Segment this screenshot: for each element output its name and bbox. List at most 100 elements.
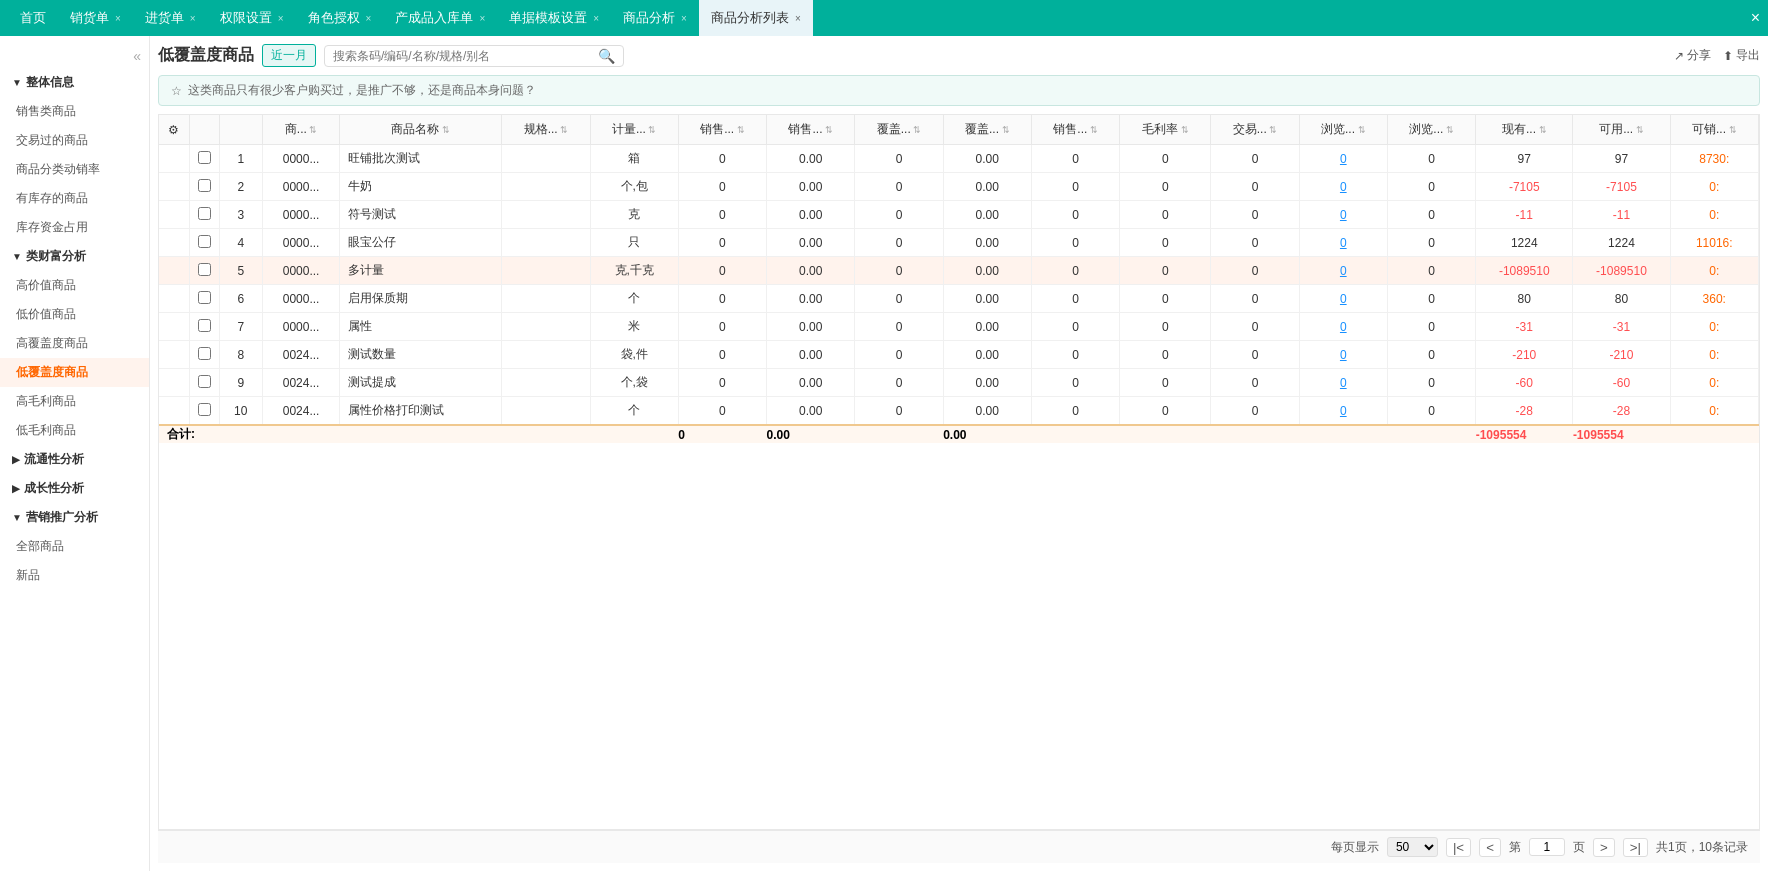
table-row: 4 0000... 眼宝公仔 只 0 0.00 0 0.00 0 0 0 0 0… <box>159 229 1759 257</box>
nav-template-settings[interactable]: 单据模板设置 × <box>497 0 611 36</box>
available-column-header[interactable]: 可用... <box>1573 115 1670 145</box>
trade-cnt-cell: 0 <box>1211 229 1299 257</box>
current-column-header[interactable]: 现有... <box>1476 115 1573 145</box>
export-button[interactable]: ⬆ 导出 <box>1723 47 1760 64</box>
sales-qty-column-header[interactable]: 销售... <box>678 115 766 145</box>
no-cell: 2 <box>219 173 263 201</box>
checkbox-cell[interactable] <box>189 173 219 201</box>
per-page-select[interactable]: 50 20 100 200 <box>1387 837 1438 857</box>
browse1-cell[interactable]: 0 <box>1299 397 1387 426</box>
sidebar-item-low-gross[interactable]: 低毛利商品 <box>0 416 149 445</box>
sidebar-group-liquidity[interactable]: ▶ 流通性分析 <box>0 445 149 474</box>
gross-rate-column-header[interactable]: 毛利率 <box>1120 115 1211 145</box>
sidebar-group-growth[interactable]: ▶ 成长性分析 <box>0 474 149 503</box>
sales-amt-column-header[interactable]: 销售... <box>767 115 855 145</box>
trade-cnt-cell: 0 <box>1211 285 1299 313</box>
saleable-column-header[interactable]: 可销... <box>1670 115 1758 145</box>
nav-product-inbound[interactable]: 产成品入库单 × <box>383 0 497 36</box>
browse1-cell[interactable]: 0 <box>1299 173 1387 201</box>
checkbox-cell[interactable] <box>189 201 219 229</box>
name-cell: 测试数量 <box>340 341 502 369</box>
sidebar-group-marketing[interactable]: ▼ 营销推广分析 <box>0 503 149 532</box>
nav-product-analysis[interactable]: 商品分析 × <box>611 0 699 36</box>
browse1-cell[interactable]: 0 <box>1299 229 1387 257</box>
last-page-button[interactable]: >| <box>1623 838 1648 857</box>
spec-column-header[interactable]: 规格... <box>502 115 590 145</box>
nav-close-icon[interactable]: × <box>366 13 372 24</box>
browse1-cell[interactable]: 0 <box>1299 201 1387 229</box>
sidebar-item-category-turnover[interactable]: 商品分类动销率 <box>0 155 149 184</box>
nav-close-icon[interactable]: × <box>795 13 801 24</box>
name-cell: 符号测试 <box>340 201 502 229</box>
sidebar-item-high-value[interactable]: 高价值商品 <box>0 271 149 300</box>
sales-x-cell: 0 <box>1031 229 1119 257</box>
sidebar-item-high-coverage[interactable]: 高覆盖度商品 <box>0 329 149 358</box>
search-input[interactable] <box>333 49 598 63</box>
trade-cnt-column-header[interactable]: 交易... <box>1211 115 1299 145</box>
cover-rate-column-header[interactable]: 覆盖... <box>943 115 1031 145</box>
checkbox-cell[interactable] <box>189 257 219 285</box>
data-table-container: ⚙ 商... 商品名称 规格... 计量... 销售... 销售... 覆盖..… <box>158 114 1760 830</box>
checkbox-cell[interactable] <box>189 285 219 313</box>
sidebar-item-stock-capital[interactable]: 库存资金占用 <box>0 213 149 242</box>
sidebar-item-low-coverage[interactable]: 低覆盖度商品 <box>0 358 149 387</box>
first-page-button[interactable]: |< <box>1446 838 1471 857</box>
nav-close-icon[interactable]: × <box>479 13 485 24</box>
cover-cnt-column-header[interactable]: 覆盖... <box>855 115 943 145</box>
nav-close-icon[interactable]: × <box>278 13 284 24</box>
browse2-column-header[interactable]: 浏览... <box>1387 115 1475 145</box>
browse1-cell[interactable]: 0 <box>1299 369 1387 397</box>
settings-column-header[interactable]: ⚙ <box>159 115 189 145</box>
browse1-cell[interactable]: 0 <box>1299 145 1387 173</box>
close-all-button[interactable]: × <box>1751 9 1760 27</box>
sidebar-group-wealth[interactable]: ▼ 类财富分析 <box>0 242 149 271</box>
sidebar-item-sales-products[interactable]: 销售类商品 <box>0 97 149 126</box>
no-cell: 10 <box>219 397 263 426</box>
code-cell: 0024... <box>263 369 340 397</box>
sidebar-item-low-value[interactable]: 低价值商品 <box>0 300 149 329</box>
next-page-button[interactable]: > <box>1593 838 1615 857</box>
nav-product-analysis-list[interactable]: 商品分析列表 × <box>699 0 813 36</box>
sidebar-group-overall[interactable]: ▼ 整体信息 <box>0 68 149 97</box>
sidebar-item-stock-products[interactable]: 有库存的商品 <box>0 184 149 213</box>
sidebar-collapse-button[interactable]: « <box>0 44 149 68</box>
checkbox-cell[interactable] <box>189 397 219 426</box>
page-label: 第 <box>1509 839 1521 856</box>
nav-home[interactable]: 首页 <box>8 0 58 36</box>
browse1-cell[interactable]: 0 <box>1299 313 1387 341</box>
browse1-column-header[interactable]: 浏览... <box>1299 115 1387 145</box>
cover-rate-cell: 0.00 <box>943 341 1031 369</box>
unit-column-header[interactable]: 计量... <box>590 115 678 145</box>
settings-cell <box>159 201 189 229</box>
checkbox-cell[interactable] <box>189 229 219 257</box>
checkbox-cell[interactable] <box>189 145 219 173</box>
checkbox-cell[interactable] <box>189 341 219 369</box>
sales-x-column-header[interactable]: 销售... <box>1031 115 1119 145</box>
checkbox-cell[interactable] <box>189 369 219 397</box>
nav-close-icon[interactable]: × <box>681 13 687 24</box>
sidebar-item-high-gross[interactable]: 高毛利商品 <box>0 387 149 416</box>
page-input[interactable] <box>1529 838 1565 856</box>
browse1-cell[interactable]: 0 <box>1299 257 1387 285</box>
prev-page-button[interactable]: < <box>1479 838 1501 857</box>
browse1-cell[interactable]: 0 <box>1299 341 1387 369</box>
trade-cnt-cell: 0 <box>1211 313 1299 341</box>
name-column-header[interactable]: 商品名称 <box>340 115 502 145</box>
share-button[interactable]: ↗ 分享 <box>1674 47 1711 64</box>
nav-close-icon[interactable]: × <box>593 13 599 24</box>
name-cell: 启用保质期 <box>340 285 502 313</box>
browse1-cell[interactable]: 0 <box>1299 285 1387 313</box>
checkbox-cell[interactable] <box>189 313 219 341</box>
nav-close-icon[interactable]: × <box>115 13 121 24</box>
sidebar-item-all-products[interactable]: 全部商品 <box>0 532 149 561</box>
nav-close-icon[interactable]: × <box>190 13 196 24</box>
nav-sales-order[interactable]: 销货单 × <box>58 0 133 36</box>
unit-cell: 克,千克 <box>590 257 678 285</box>
nav-permissions[interactable]: 权限设置 × <box>208 0 296 36</box>
code-column-header[interactable]: 商... <box>263 115 340 145</box>
time-filter-button[interactable]: 近一月 <box>262 44 316 67</box>
nav-purchase-order[interactable]: 进货单 × <box>133 0 208 36</box>
sidebar-item-traded-products[interactable]: 交易过的商品 <box>0 126 149 155</box>
sidebar-item-new-products[interactable]: 新品 <box>0 561 149 590</box>
nav-role-auth[interactable]: 角色授权 × <box>296 0 384 36</box>
